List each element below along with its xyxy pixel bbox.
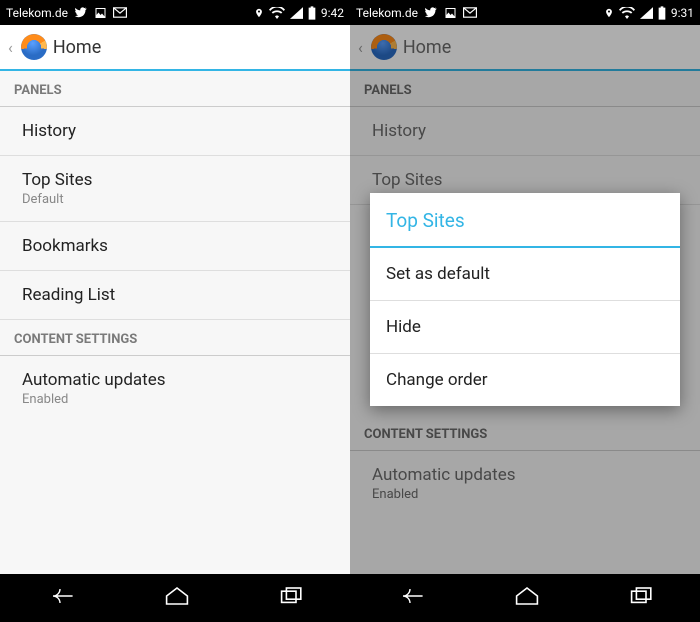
setting-item-label: Automatic updates [22,370,328,390]
screen-left: Telekom.de 9:42 ‹ Home PANELS History To… [0,0,350,622]
back-caret-icon[interactable]: ‹ [354,38,365,57]
screen-right: Telekom.de 9:31 ‹ Home PANELS History To… [350,0,700,622]
carrier-label: Telekom.de [356,6,418,20]
panel-item-sublabel: Default [22,192,328,207]
setting-item-sublabel: Enabled [372,487,678,502]
title-bar: ‹ Home [350,25,700,69]
setting-automatic-updates[interactable]: Automatic updates Enabled [0,356,350,421]
setting-automatic-updates[interactable]: Automatic updates Enabled [350,451,700,516]
carrier-label: Telekom.de [6,6,68,20]
location-icon [604,6,614,20]
title-bar: ‹ Home [0,25,350,69]
panel-item-bookmarks[interactable]: Bookmarks [0,222,350,271]
twitter-icon [424,7,438,19]
mail-icon [463,7,477,18]
back-caret-icon[interactable]: ‹ [4,38,15,57]
setting-item-label: Automatic updates [372,465,678,485]
section-header-content-settings: CONTENT SETTINGS [350,415,700,451]
nav-recent-icon[interactable] [280,586,304,610]
status-bar: Telekom.de 9:42 [0,0,350,25]
page-title: Home [403,37,451,58]
firefox-logo-icon [21,34,47,60]
panel-item-label: History [22,121,328,141]
firefox-logo-icon [371,34,397,60]
battery-icon [658,6,666,20]
panel-item-label: Bookmarks [22,236,328,256]
section-header-content-settings: CONTENT SETTINGS [0,320,350,356]
dialog-option-change-order[interactable]: Change order [370,354,680,406]
panel-item-label: Top Sites [372,170,678,190]
setting-item-sublabel: Enabled [22,392,328,407]
dialog-option-set-default[interactable]: Set as default [370,248,680,301]
panel-item-history[interactable]: History [0,107,350,156]
section-header-panels: PANELS [0,71,350,107]
settings-content: PANELS History Top Sites Default Bookmar… [0,71,350,574]
nav-home-icon[interactable] [515,586,539,610]
signal-icon [290,7,303,19]
android-nav-bar [0,574,350,622]
android-nav-bar [350,574,700,622]
twitter-icon [74,7,88,19]
image-icon [94,7,107,19]
wifi-icon [269,7,285,19]
panel-item-reading-list[interactable]: Reading List [0,271,350,320]
panel-item-label: Top Sites [22,170,328,190]
status-time: 9:42 [321,6,344,20]
panel-item-label: History [372,121,678,141]
dialog-title: Top Sites [370,193,680,248]
panel-item-top-sites[interactable]: Top Sites Default [0,156,350,222]
nav-recent-icon[interactable] [630,586,654,610]
context-dialog: Top Sites Set as default Hide Change ord… [370,193,680,406]
panel-item-label: Reading List [22,285,328,305]
nav-back-icon[interactable] [396,586,424,610]
image-icon [444,7,457,19]
nav-back-icon[interactable] [46,586,74,610]
page-title: Home [53,37,101,58]
dialog-option-hide[interactable]: Hide [370,301,680,354]
mail-icon [113,7,127,18]
section-header-panels: PANELS [350,71,700,107]
panel-item-history[interactable]: History [350,107,700,156]
battery-icon [308,6,316,20]
status-time: 9:31 [671,6,694,20]
wifi-icon [619,7,635,19]
nav-home-icon[interactable] [165,586,189,610]
signal-icon [640,7,653,19]
status-bar: Telekom.de 9:31 [350,0,700,25]
location-icon [254,6,264,20]
